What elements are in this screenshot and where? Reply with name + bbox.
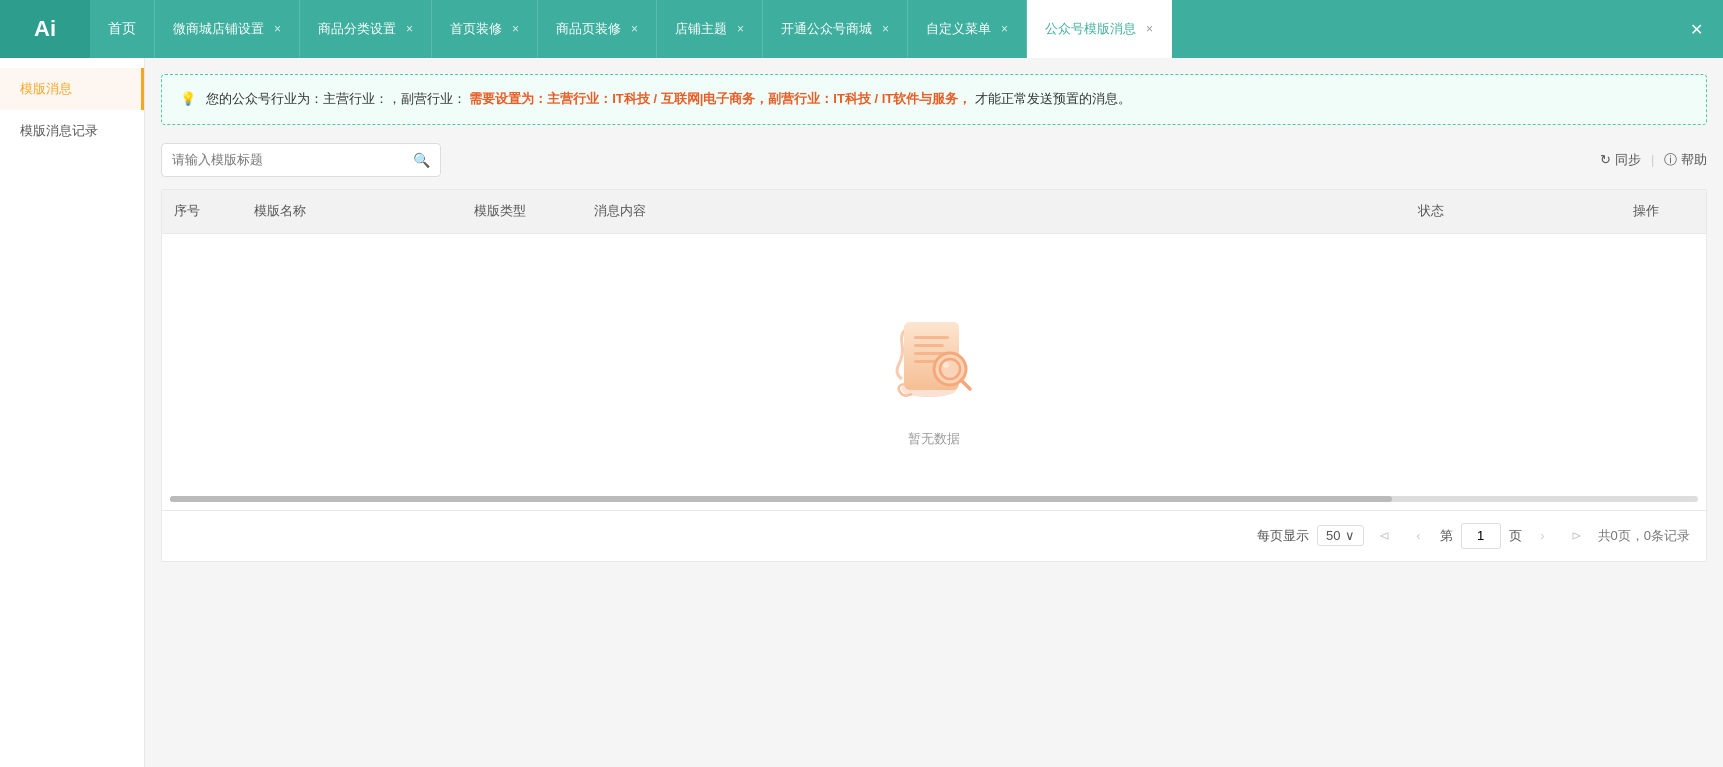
close-all-button[interactable]: ✕ [1670, 0, 1723, 58]
sidebar-item-template-msg-record[interactable]: 模版消息记录 [0, 110, 144, 152]
data-table: 序号 模版名称 模版类型 消息内容 状态 操作 [161, 189, 1707, 562]
page-size-select[interactable]: 50 ∨ [1317, 525, 1363, 546]
close-tab-product-category[interactable]: × [406, 22, 413, 36]
horizontal-scrollbar[interactable] [162, 488, 1706, 510]
svg-rect-4 [914, 344, 944, 347]
tab-home-decor[interactable]: 首页装修 × [432, 0, 538, 58]
sidebar-item-template-msg[interactable]: 模版消息 [0, 68, 144, 110]
page-size-value: 50 [1326, 528, 1340, 543]
tab-product-decor[interactable]: 商品页装修 × [538, 0, 657, 58]
notice-box: 💡 您的公众号行业为：主营行业：，副营行业： 需要设置为：主营行业：IT科技 /… [161, 74, 1707, 125]
pagination: 每页显示 50 ∨ ⊲ ‹ 第 页 › ⊳ 共0页，0条记录 [162, 510, 1706, 561]
tab-open-mall[interactable]: 开通公众号商城 × [763, 0, 908, 58]
close-tab-product-decor[interactable]: × [631, 22, 638, 36]
search-input[interactable] [172, 152, 413, 167]
next-page-button[interactable]: › [1530, 523, 1556, 549]
close-tab-shop-theme[interactable]: × [737, 22, 744, 36]
tab-product-category[interactable]: 商品分类设置 × [300, 0, 432, 58]
tab-shop-theme[interactable]: 店铺主题 × [657, 0, 763, 58]
th-action: 操作 [1586, 202, 1706, 220]
first-page-button[interactable]: ⊲ [1372, 523, 1398, 549]
tab-home[interactable]: 首页 [90, 0, 155, 58]
th-type: 模版类型 [462, 202, 582, 220]
empty-state: 暂无数据 [162, 234, 1706, 488]
scrollbar-thumb[interactable] [170, 496, 1392, 502]
page-di-label: 第 [1440, 527, 1453, 545]
nav-tabs: 首页 微商城店铺设置 × 商品分类设置 × 首页装修 × 商品页装修 × 店铺主… [90, 0, 1670, 58]
toolbar-right: ↻ 同步 | ⓘ 帮助 [1600, 151, 1707, 169]
close-tab-template-msg[interactable]: × [1146, 22, 1153, 36]
th-seq: 序号 [162, 202, 242, 220]
page-size-label: 每页显示 [1257, 527, 1309, 545]
svg-line-9 [961, 380, 970, 389]
top-navbar: Ai 首页 微商城店铺设置 × 商品分类设置 × 首页装修 × 商品页装修 × … [0, 0, 1723, 58]
total-records: 共0页，0条记录 [1598, 527, 1690, 545]
svg-rect-3 [914, 336, 949, 339]
help-button[interactable]: ⓘ 帮助 [1664, 151, 1707, 169]
page-layout: 模版消息 模版消息记录 💡 您的公众号行业为：主营行业：，副营行业： 需要设置为… [0, 58, 1723, 767]
close-tab-open-mall[interactable]: × [882, 22, 889, 36]
sync-button[interactable]: ↻ 同步 [1600, 151, 1641, 169]
sidebar: 模版消息 模版消息记录 [0, 58, 145, 767]
app-logo: Ai [0, 0, 90, 58]
tab-template-msg[interactable]: 公众号模版消息 × [1027, 0, 1172, 58]
th-content: 消息内容 [582, 202, 1406, 220]
empty-text: 暂无数据 [908, 430, 960, 448]
close-tab-wechat-shop[interactable]: × [274, 22, 281, 36]
th-status: 状态 [1406, 202, 1586, 220]
last-page-button[interactable]: ⊳ [1564, 523, 1590, 549]
close-tab-home-decor[interactable]: × [512, 22, 519, 36]
divider: | [1651, 152, 1654, 167]
table-header: 序号 模版名称 模版类型 消息内容 状态 操作 [162, 190, 1706, 234]
lightbulb-icon: 💡 [180, 91, 196, 106]
page-unit-label: 页 [1509, 527, 1522, 545]
svg-point-10 [943, 362, 949, 368]
main-content: 💡 您的公众号行业为：主营行业：，副营行业： 需要设置为：主营行业：IT科技 /… [145, 58, 1723, 767]
tab-custom-menu[interactable]: 自定义菜单 × [908, 0, 1027, 58]
prev-page-button[interactable]: ‹ [1406, 523, 1432, 549]
chevron-down-icon: ∨ [1345, 528, 1355, 543]
search-input-wrap: 🔍 [161, 143, 441, 177]
close-tab-custom-menu[interactable]: × [1001, 22, 1008, 36]
search-icon[interactable]: 🔍 [413, 152, 430, 168]
th-name: 模版名称 [242, 202, 462, 220]
search-bar: 🔍 ↻ 同步 | ⓘ 帮助 [161, 143, 1707, 177]
current-page-input[interactable] [1461, 523, 1501, 549]
tab-wechat-shop[interactable]: 微商城店铺设置 × [155, 0, 300, 58]
scrollbar-track[interactable] [170, 496, 1698, 502]
empty-illustration [874, 294, 994, 414]
